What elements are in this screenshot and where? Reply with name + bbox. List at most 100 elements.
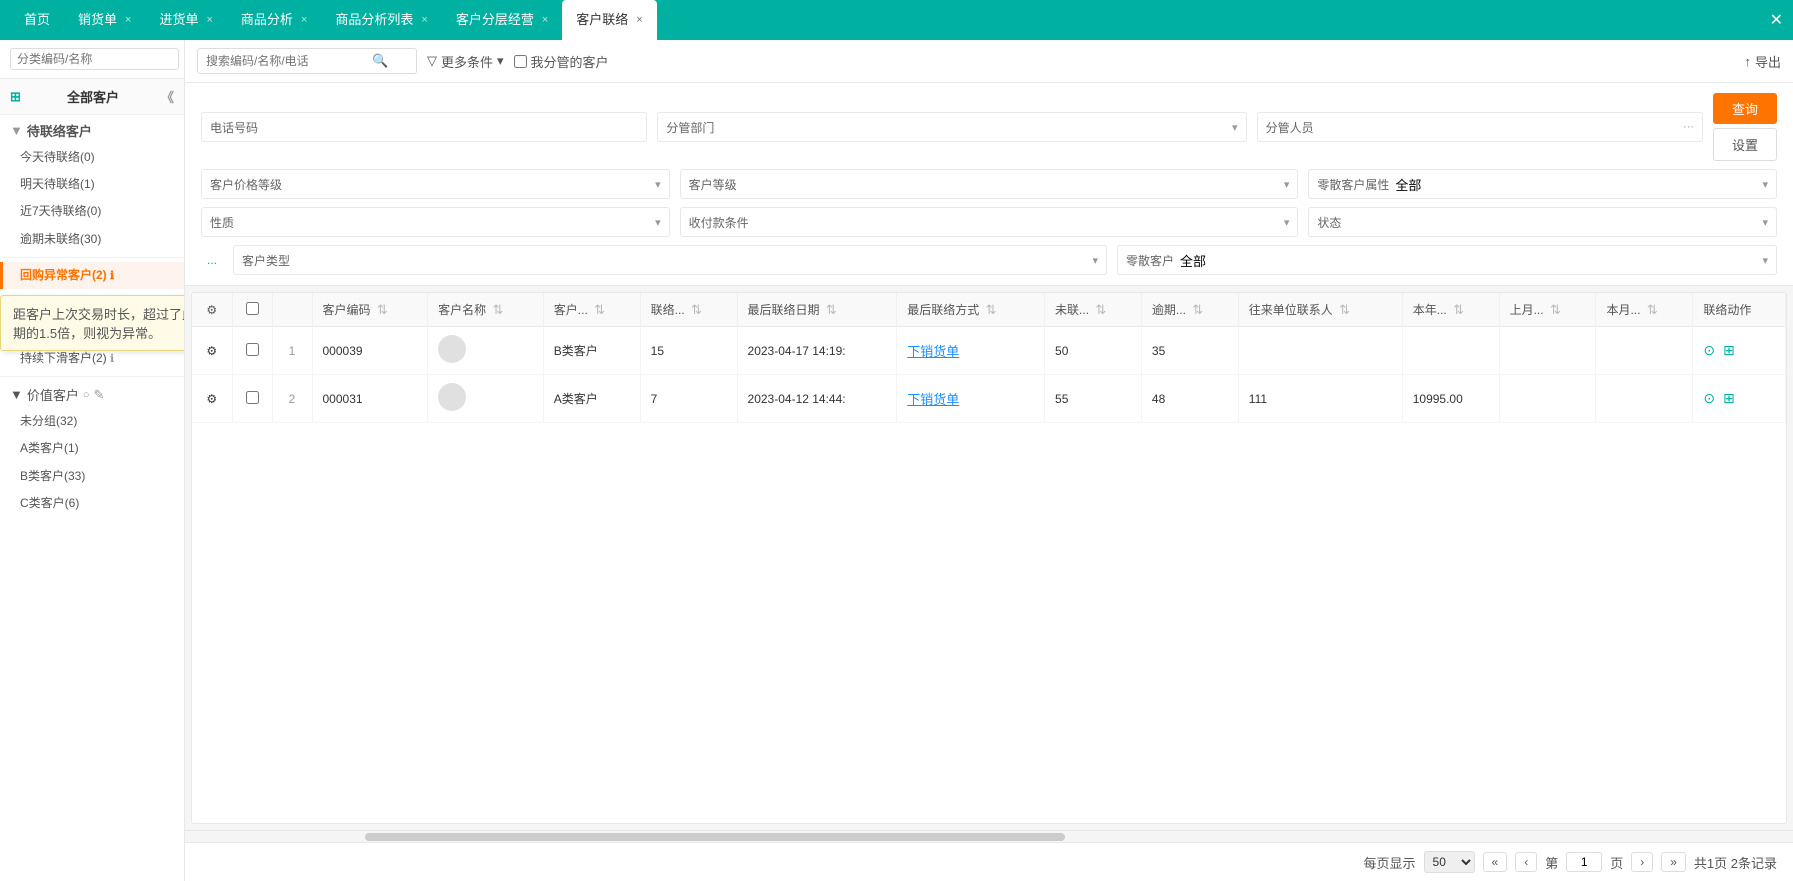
col-last-month[interactable]: 上月... ⇅ — [1499, 293, 1596, 327]
sidebar-item-tomorrow[interactable]: 明天待联络(1) — [0, 171, 184, 198]
action-link-icon[interactable]: ⊙ — [1703, 342, 1715, 359]
col-this-year[interactable]: 本年... ⇅ — [1402, 293, 1499, 327]
filter-retail-customer[interactable]: 零散客户 全部 ▾ — [1117, 245, 1777, 275]
nav-product-analysis-list[interactable]: 商品分析列表 × — [321, 0, 441, 40]
horizontal-scrollbar[interactable] — [185, 830, 1793, 842]
col-unit-contact[interactable]: 往来单位联系人 ⇅ — [1238, 293, 1402, 327]
first-page-button[interactable]: « — [1483, 852, 1508, 872]
close-product-analysis-list-icon[interactable]: × — [421, 0, 427, 40]
my-customers-checkbox[interactable]: 我分管的客户 — [514, 52, 609, 71]
more-conditions-button[interactable]: ▽ 更多条件 ▾ — [427, 52, 504, 71]
row-name[interactable] — [428, 327, 544, 375]
col-contacts[interactable]: 联络... ⇅ — [640, 293, 737, 327]
retail-attr-dropdown-icon[interactable]: ▾ — [1762, 178, 1768, 191]
col-last-contact-method[interactable]: 最后联络方式 ⇅ — [897, 293, 1045, 327]
col-customer-name[interactable]: 客户名称 ⇅ — [428, 293, 544, 327]
row-checkbox[interactable] — [232, 375, 272, 423]
col-last-contact-date[interactable]: 最后联络日期 ⇅ — [737, 293, 897, 327]
close-customer-stratification-icon[interactable]: × — [542, 0, 548, 40]
action-grid-icon[interactable]: ⊞ — [1723, 342, 1735, 359]
close-purchase-order-icon[interactable]: × — [206, 0, 212, 40]
filter-department[interactable]: 分管部门 ▾ — [657, 112, 1246, 142]
sidebar-item-today[interactable]: 今天待联络(0) — [0, 144, 184, 171]
edit-icon[interactable]: ○ — [83, 389, 90, 401]
search-icon[interactable]: 🔍 — [372, 53, 388, 69]
filter-customer-level[interactable]: 客户等级 ▾ — [680, 169, 1299, 199]
customer-type-dropdown-icon[interactable]: ▾ — [1092, 254, 1098, 267]
nav-customer-stratification[interactable]: 客户分层经营 × — [442, 0, 562, 40]
my-customers-check[interactable] — [514, 55, 527, 68]
row-name[interactable] — [428, 375, 544, 423]
row-checkbox[interactable] — [232, 327, 272, 375]
retail-customer-dropdown-icon[interactable]: ▾ — [1762, 254, 1768, 267]
manager-more-icon[interactable]: ··· — [1683, 121, 1694, 133]
payment-dropdown-icon[interactable]: ▾ — [1284, 216, 1290, 229]
row-settings-icon[interactable]: ⚙ — [192, 375, 232, 423]
department-dropdown-icon[interactable]: ▾ — [1232, 121, 1238, 134]
sidebar-search-input[interactable] — [10, 48, 179, 70]
filter-retail-attr[interactable]: 零散客户属性 全部 ▾ — [1308, 169, 1777, 199]
filter-customer-type[interactable]: 客户类型 ▾ — [233, 245, 1107, 275]
search-input[interactable] — [206, 54, 366, 68]
filter-gender[interactable]: 性质 ▾ — [201, 207, 670, 237]
window-close-button[interactable]: ✕ — [1770, 10, 1783, 30]
sidebar-search-icon[interactable]: 🔍 — [183, 51, 185, 67]
settings-button[interactable]: 设置 — [1713, 128, 1777, 161]
query-button[interactable]: 查询 — [1713, 93, 1777, 124]
pending-contact-group[interactable]: ▼ 待联络客户 — [0, 115, 184, 144]
next-page-button[interactable]: › — [1631, 852, 1653, 872]
sidebar-item-b-class[interactable]: B类客户(33) — [0, 463, 184, 490]
export-button[interactable]: ↑ 导出 — [1744, 52, 1781, 71]
gender-dropdown-icon[interactable]: ▾ — [655, 216, 661, 229]
row-unit-contact: 111 — [1238, 375, 1402, 423]
sidebar-item-a-class[interactable]: A类客户(1) — [0, 435, 184, 462]
col-customer-code[interactable]: 客户编码 ⇅ — [312, 293, 428, 327]
phone-input[interactable] — [264, 120, 638, 134]
col-customer-category[interactable]: 客户... ⇅ — [543, 293, 640, 327]
edit-icon-2[interactable]: ✎ — [94, 387, 105, 403]
sidebar-item-7days[interactable]: 近7天待联络(0) — [0, 198, 184, 225]
all-customers-title[interactable]: ⊞ 全部客户 《 — [0, 79, 184, 115]
sort-icon-contacts: ⇅ — [691, 302, 702, 317]
action-link-icon[interactable]: ⊙ — [1703, 390, 1715, 407]
filter-phone[interactable]: 电话号码 — [201, 112, 647, 142]
prev-page-button[interactable]: ‹ — [1515, 852, 1537, 872]
more-filter-button[interactable]: ... — [201, 249, 223, 271]
row-last-contact-method[interactable]: 下销货单 — [897, 375, 1045, 423]
customer-level-dropdown-icon[interactable]: ▾ — [1284, 178, 1290, 191]
filter-price-level[interactable]: 客户价格等级 ▾ — [201, 169, 670, 199]
nav-product-analysis[interactable]: 商品分析 × — [227, 0, 321, 40]
row-last-contact-method[interactable]: 下销货单 — [897, 327, 1045, 375]
status-dropdown-icon[interactable]: ▾ — [1762, 216, 1768, 229]
row-index: 1 — [272, 327, 312, 375]
close-customer-contact-icon[interactable]: × — [636, 0, 642, 40]
nav-sales-order[interactable]: 销货单 × — [64, 0, 145, 40]
price-level-dropdown-icon[interactable]: ▾ — [655, 178, 661, 191]
sidebar-collapse-icon[interactable]: 《 — [161, 87, 174, 106]
nav-customer-contact[interactable]: 客户联络 × — [562, 0, 656, 40]
sidebar-item-ungrouped[interactable]: 未分组(32) — [0, 408, 184, 435]
col-this-month[interactable]: 本月... ⇅ — [1596, 293, 1693, 327]
row-settings-icon[interactable]: ⚙ — [192, 327, 232, 375]
action-grid-icon[interactable]: ⊞ — [1723, 390, 1735, 407]
close-sales-order-icon[interactable]: × — [125, 0, 131, 40]
col-checkbox[interactable] — [232, 293, 272, 327]
nav-home[interactable]: 首页 — [10, 0, 64, 40]
scrollbar-thumb[interactable] — [365, 833, 1065, 841]
last-page-button[interactable]: » — [1661, 852, 1686, 872]
sidebar-item-overdue[interactable]: 逾期未联络(30) — [0, 226, 184, 253]
per-page-select[interactable]: 50 100 200 — [1424, 851, 1475, 873]
filter-status[interactable]: 状态 ▾ — [1308, 207, 1777, 237]
value-customer-group[interactable]: ▼ 价值客户 ○ ✎ — [0, 381, 184, 408]
col-settings[interactable]: ⚙ — [192, 293, 232, 327]
select-all-checkbox[interactable] — [246, 302, 259, 315]
sidebar-item-abnormal-repurchase[interactable]: 回购异常客户(2) ℹ — [0, 262, 184, 290]
filter-manager[interactable]: 分管人员 ··· — [1257, 112, 1703, 142]
page-number-input[interactable] — [1566, 852, 1602, 872]
col-overdue[interactable]: 逾期... ⇅ — [1141, 293, 1238, 327]
col-unread[interactable]: 未联... ⇅ — [1045, 293, 1142, 327]
nav-purchase-order[interactable]: 进货单 × — [145, 0, 226, 40]
filter-payment[interactable]: 收付款条件 ▾ — [680, 207, 1299, 237]
close-product-analysis-icon[interactable]: × — [301, 0, 307, 40]
sidebar-item-c-class[interactable]: C类客户(6) — [0, 490, 184, 517]
